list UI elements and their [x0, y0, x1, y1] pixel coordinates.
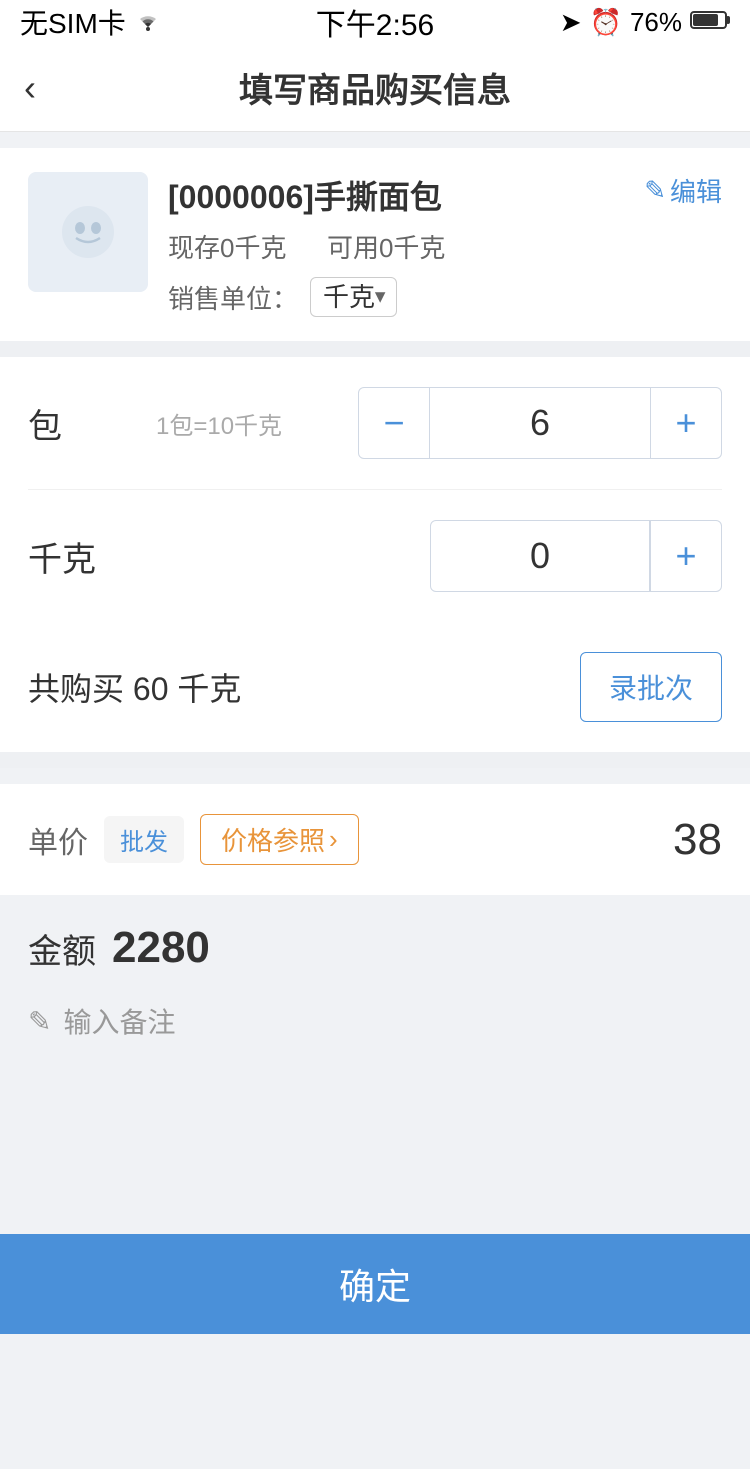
available-label: 可用0千克 [327, 233, 445, 263]
product-info: [0000006]手撕面包 ✎ 编辑 现存0千克 可用0千克 销售单位： 千克 [168, 172, 722, 317]
bag-plus-button[interactable]: + [650, 387, 722, 459]
total-amount: 60 [133, 671, 169, 707]
total-unit: 千克 [177, 671, 241, 707]
status-bar: 无SIM卡 下午2:56 ➤ ⏰ 76% [0, 0, 750, 44]
unit-select-wrap[interactable]: 千克 [310, 277, 397, 317]
total-prefix: 共购买 [28, 671, 124, 707]
product-image [28, 172, 148, 292]
price-tag: 批发 [104, 816, 184, 863]
price-ref-arrow: › [329, 824, 338, 855]
total-text: 共购买 60 千克 [28, 664, 241, 710]
product-logo-icon [58, 202, 118, 262]
status-time: 下午2:56 [316, 0, 434, 44]
product-stock: 现存0千克 可用0千克 [168, 228, 722, 265]
total-section: 共购买 60 千克 录批次 [0, 622, 750, 752]
carrier-label: 无SIM卡 [20, 2, 126, 42]
bag-quantity-row: 包 1包=10千克 − + [28, 357, 722, 490]
battery-label: 76% [630, 7, 682, 38]
product-header: [0000006]手撕面包 ✎ 编辑 [168, 172, 722, 218]
kg-plus-button[interactable]: + [650, 520, 722, 592]
product-name: [0000006]手撕面包 [168, 172, 442, 218]
kg-quantity-row: 千克 + [28, 490, 722, 622]
quantity-section: 包 1包=10千克 − + 千克 + [0, 357, 750, 622]
amount-row: 金额 2280 [28, 923, 722, 989]
confirm-button[interactable]: 确定 [339, 1258, 411, 1310]
kg-qty-input[interactable] [430, 520, 650, 592]
bag-sublabel: 1包=10千克 [156, 406, 282, 441]
nav-bar: ‹ 填写商品购买信息 [0, 44, 750, 132]
remark-icon: ✎ [28, 1005, 51, 1038]
edit-label: 编辑 [670, 172, 722, 209]
kg-qty-controls: + [430, 520, 722, 592]
edit-icon: ✎ [644, 175, 666, 206]
kg-label: 千克 [28, 532, 148, 581]
remark-text: 输入备注 [63, 1001, 175, 1041]
amount-value: 2280 [112, 923, 210, 973]
unit-prefix: 销售单位： [168, 279, 298, 316]
bag-qty-controls: − + [358, 387, 722, 459]
battery-icon [690, 7, 730, 38]
back-button[interactable]: ‹ [24, 67, 36, 109]
product-unit-row: 销售单位： 千克 [168, 277, 722, 317]
status-left: 无SIM卡 [20, 2, 162, 42]
bag-minus-button[interactable]: − [358, 387, 430, 459]
record-batch-button[interactable]: 录批次 [580, 652, 722, 722]
confirm-bar[interactable]: 确定 [0, 1234, 750, 1334]
bag-label: 包 [28, 399, 148, 448]
divider-2 [0, 752, 750, 768]
price-ref-button[interactable]: 价格参照 › [200, 814, 359, 865]
status-right: ➤ ⏰ 76% [560, 7, 730, 38]
wifi-icon [134, 6, 162, 38]
nav-title: 填写商品购买信息 [239, 63, 511, 112]
remark-row[interactable]: ✎ 输入备注 [28, 989, 722, 1069]
price-section: 单价 批发 价格参照 › 38 [0, 784, 750, 895]
stock-label: 现存0千克 [168, 233, 286, 263]
unit-select[interactable]: 千克 [310, 277, 397, 317]
location-icon: ➤ [560, 7, 582, 38]
price-ref-label: 价格参照 [221, 821, 325, 858]
stock-spacer [294, 233, 320, 263]
divider-1 [0, 341, 750, 357]
edit-button[interactable]: ✎ 编辑 [644, 172, 722, 209]
price-label: 单价 [28, 818, 88, 862]
price-value: 38 [673, 815, 722, 865]
amount-section: 金额 2280 ✎ 输入备注 [0, 895, 750, 1069]
amount-label: 金额 [28, 924, 96, 973]
alarm-icon: ⏰ [590, 7, 622, 38]
product-card: [0000006]手撕面包 ✎ 编辑 现存0千克 可用0千克 销售单位： 千克 [0, 148, 750, 341]
bag-qty-input[interactable] [430, 387, 650, 459]
